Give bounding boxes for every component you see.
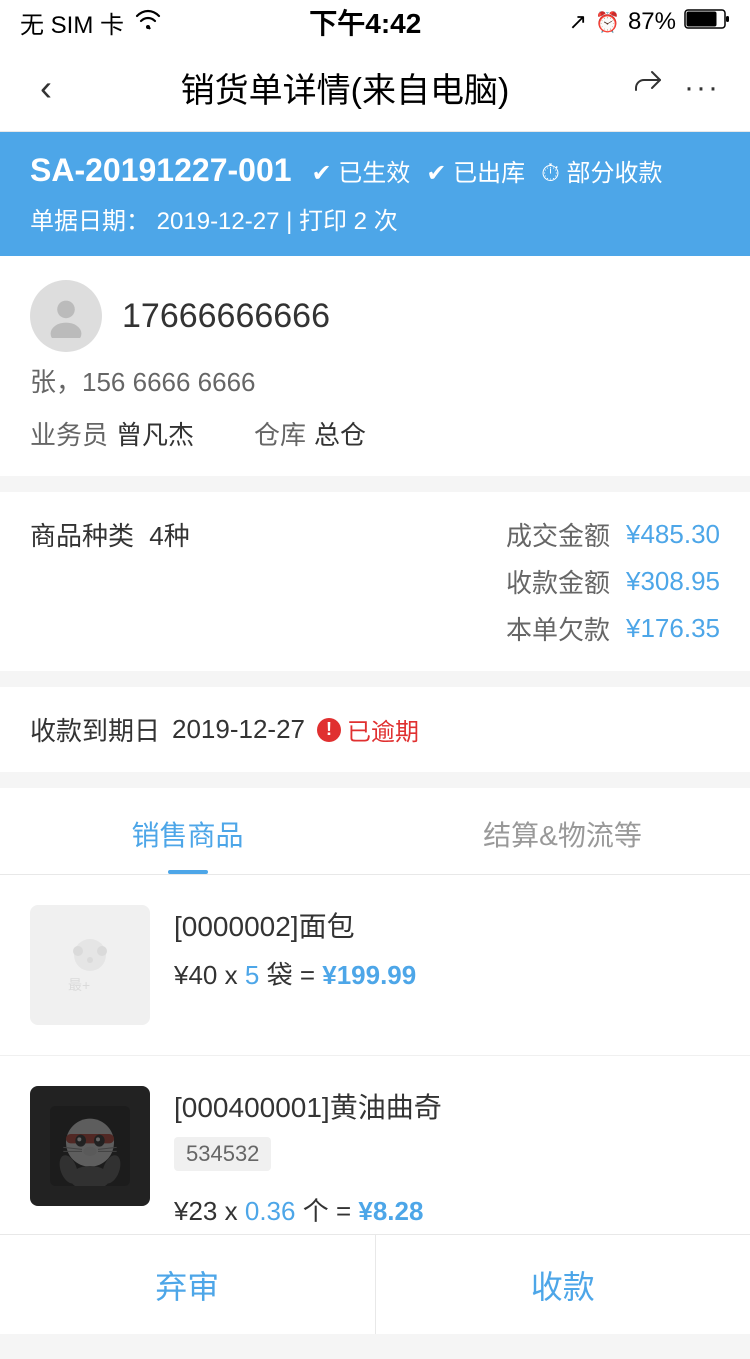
due-section: 收款到期日 2019-12-27 ! 已逾期 [0, 687, 750, 772]
back-button[interactable]: ‹ [30, 57, 62, 119]
alarm-icon: ⏰ [595, 10, 620, 35]
status-shipped: ✔ 已出库 [426, 153, 525, 188]
amount-label: 成交金额 [506, 516, 610, 553]
unit-2: 个 [303, 1196, 329, 1226]
date-label: 单据日期： [30, 208, 150, 235]
products-section: 最+ [0000002]面包 ¥40 x 5 袋 = ¥199.99 [0, 875, 750, 1259]
customer-name: 17666666666 [122, 297, 330, 336]
product-price-1: ¥40 x 5 袋 = ¥199.99 [174, 955, 720, 992]
svg-text:最+: 最+ [68, 977, 90, 993]
order-date: 2019-12-27 [157, 208, 280, 235]
product-info-2: [000400001]黄油曲奇 534532 ¥23 x 0.36 个 = ¥8… [174, 1086, 720, 1228]
amount-row: 成交金额 ¥485.30 [506, 516, 720, 553]
collect-label: 收款 [531, 1262, 595, 1308]
customer-meta: 业务员 曾凡杰 仓库 总仓 [30, 415, 720, 452]
overdue-icon: ! [317, 718, 341, 742]
tab-settlement[interactable]: 结算&物流等 [375, 788, 750, 874]
bottom-bar: 弃审 收款 [0, 1234, 750, 1334]
battery-icon [684, 7, 730, 38]
received-label: 收款金额 [506, 563, 610, 600]
qty-2: 0.36 [245, 1196, 296, 1226]
status-right: ↗ ⏰ 87% [569, 7, 730, 38]
more-icon[interactable]: ··· [684, 71, 720, 105]
received-value: ¥308.95 [626, 566, 720, 597]
nav-bar: ‹ 销货单详情(来自电脑) ··· [0, 44, 750, 132]
status-bar: 无 SIM 卡 下午4:42 ↗ ⏰ 87% [0, 0, 750, 44]
status-left: 无 SIM 卡 [20, 5, 162, 40]
overdue-text: 已逾期 [347, 712, 419, 747]
location-icon: ↗ [569, 9, 587, 35]
wifi-icon [134, 8, 162, 37]
customer-top: 17666666666 [30, 280, 720, 352]
product-name-1: [0000002]面包 [174, 905, 720, 945]
product-item-2: [000400001]黄油曲奇 534532 ¥23 x 0.36 个 = ¥8… [0, 1056, 750, 1259]
print-info: | 打印 2 次 [286, 208, 398, 235]
overdue-badge: ! 已逾期 [317, 712, 419, 747]
order-date-row: 单据日期： 2019-12-27 | 打印 2 次 [30, 201, 720, 236]
reject-label: 弃审 [155, 1262, 219, 1308]
order-id: SA-20191227-001 [30, 152, 292, 189]
total-1: ¥199.99 [322, 960, 416, 990]
product-item: 最+ [0000002]面包 ¥40 x 5 袋 = ¥199.99 [0, 875, 750, 1056]
total-2: ¥8.28 [358, 1196, 423, 1226]
qty-1: 5 [245, 960, 259, 990]
due-date-value: 2019-12-27 [172, 714, 305, 745]
received-row: 收款金额 ¥308.95 [506, 563, 720, 600]
status-effective: ✔ 已生效 [312, 153, 411, 188]
amount-value: ¥485.30 [626, 519, 720, 550]
product-name-2: [000400001]黄油曲奇 [174, 1086, 720, 1126]
warehouse-item: 仓库 总仓 [254, 415, 366, 452]
tab-settlement-label: 结算&物流等 [483, 820, 642, 851]
customer-section: 17666666666 张，156 6666 6666 业务员 曾凡杰 仓库 总… [0, 256, 750, 476]
tab-sales-products[interactable]: 销售商品 [0, 788, 375, 874]
stats-left: 商品种类 4种 [30, 516, 190, 553]
product-sku-2: 534532 [174, 1137, 271, 1171]
debt-row: 本单欠款 ¥176.35 [506, 610, 720, 647]
warehouse-value: 总仓 [314, 415, 366, 452]
kind-value: 4种 [149, 521, 189, 551]
content: SA-20191227-001 ✔ 已生效 ✔ 已出库 ⏱ 部分收款 单据日期：… [0, 132, 750, 1359]
debt-label: 本单欠款 [506, 610, 610, 647]
customer-sub-info: 张，156 6666 6666 [30, 362, 720, 399]
product-info-1: [0000002]面包 ¥40 x 5 袋 = ¥199.99 [174, 905, 720, 992]
nav-actions: ··· [628, 66, 720, 109]
unit-1: 袋 [267, 960, 293, 990]
reject-button[interactable]: 弃审 [0, 1235, 376, 1334]
price-1: ¥40 [174, 960, 217, 990]
product-image-1: 最+ [30, 905, 150, 1025]
status-tags: ✔ 已生效 ✔ 已出库 ⏱ 部分收款 [312, 153, 663, 188]
salesperson-value: 曾凡杰 [116, 415, 194, 452]
battery-label: 87% [628, 8, 676, 36]
product-kind: 商品种类 4种 [30, 516, 190, 553]
stats-right: 成交金额 ¥485.30 收款金额 ¥308.95 本单欠款 ¥176.35 [506, 516, 720, 647]
salesperson-label: 业务员 [30, 415, 108, 452]
order-header: SA-20191227-001 ✔ 已生效 ✔ 已出库 ⏱ 部分收款 单据日期：… [0, 132, 750, 256]
share-icon[interactable] [628, 66, 664, 109]
kind-label: 商品种类 [30, 521, 134, 551]
debt-value: ¥176.35 [626, 613, 720, 644]
product-image-2 [30, 1086, 150, 1206]
price-2: ¥23 [174, 1196, 217, 1226]
warehouse-label: 仓库 [254, 415, 306, 452]
salesperson-item: 业务员 曾凡杰 [30, 415, 194, 452]
status-partial: ⏱ 部分收款 [541, 153, 662, 188]
page-title: 销货单详情(来自电脑) [181, 63, 510, 112]
collect-button[interactable]: 收款 [376, 1235, 750, 1334]
carrier-label: 无 SIM 卡 [20, 5, 124, 40]
stats-section: 商品种类 4种 成交金额 ¥485.30 收款金额 ¥308.95 本单欠款 ¥… [0, 492, 750, 671]
due-label: 收款到期日 [30, 711, 160, 748]
product-price-2: ¥23 x 0.36 个 = ¥8.28 [174, 1191, 720, 1228]
tab-sales-label: 销售商品 [131, 820, 243, 851]
status-time: 下午4:42 [309, 2, 421, 42]
customer-avatar [30, 280, 102, 352]
tabs-section: 销售商品 结算&物流等 [0, 788, 750, 875]
